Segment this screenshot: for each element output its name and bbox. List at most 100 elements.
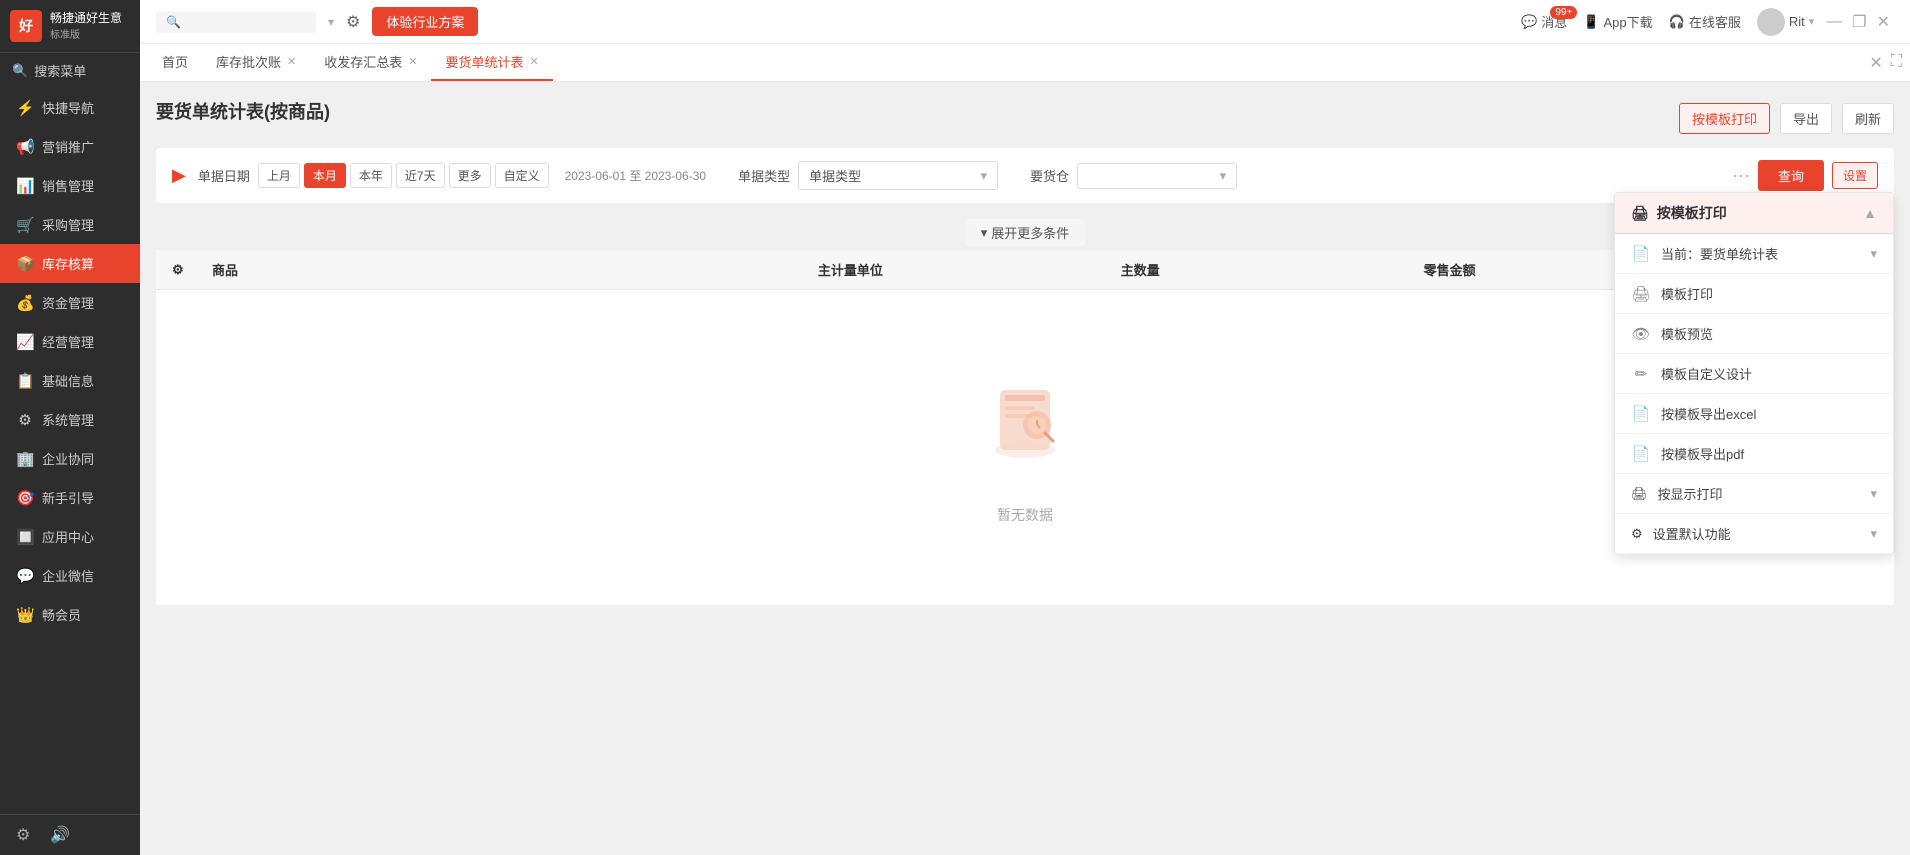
user-item[interactable]: Rit ▾ [1757, 8, 1814, 36]
product-col-label: 商品 [212, 263, 238, 278]
chevron-up-icon[interactable]: ▲ [1863, 205, 1877, 221]
dropdown-current[interactable]: 📄 当前：要货单统计表 ▾ [1615, 234, 1893, 274]
tab-label: 收发存汇总表 [324, 52, 402, 71]
app-badge: 标准版 [50, 26, 122, 41]
sidebar-item-enterprise[interactable]: 🏢 企业协同 [0, 439, 140, 478]
tab-close-icon[interactable]: ✕ [287, 55, 296, 68]
quick-nav-icon: ⚡ [16, 99, 34, 117]
tab-label: 库存批次账 [216, 52, 281, 71]
sidebar-item-app-center[interactable]: 🔲 应用中心 [0, 517, 140, 556]
print-template-btn[interactable]: 按模板打印 [1679, 103, 1770, 134]
sidebar-item-operations[interactable]: 📈 经营管理 [0, 322, 140, 361]
minimize-icon[interactable]: — [1826, 13, 1842, 31]
sidebar-item-label: 畅会员 [42, 605, 81, 624]
filter-expand-icon[interactable]: ▶ [172, 165, 186, 186]
refresh-btn[interactable]: 刷新 [1842, 103, 1894, 134]
sidebar-item-label: 新手引导 [42, 488, 94, 507]
tab-close-all-icon[interactable]: ✕ [1869, 53, 1882, 73]
topbar-search[interactable]: 🔍 [156, 11, 316, 33]
expand-more-btn[interactable]: ▾ 展开更多条件 [965, 219, 1086, 246]
window-controls: — ❐ ✕ [1826, 12, 1894, 32]
sidebar: 好 畅捷通好生意 标准版 🔍 搜索菜单 ⚡ 快捷导航 📢 营销推广 📊 销售管理… [0, 0, 140, 855]
sidebar-search[interactable]: 🔍 搜索菜单 [0, 53, 140, 88]
settings-btn[interactable]: 设置 [1832, 162, 1878, 189]
display-print-icon: 🖨 [1631, 486, 1648, 502]
dropdown-template-preview[interactable]: 👁 模板预览 [1615, 314, 1893, 354]
sidebar-item-sales[interactable]: 📊 销售管理 [0, 166, 140, 205]
basic-info-icon: 📋 [16, 372, 34, 390]
sidebar-item-quick-nav[interactable]: ⚡ 快捷导航 [0, 88, 140, 127]
logo-icon: 好 [10, 10, 42, 42]
tab-order-stats[interactable]: 要货单统计表 ✕ [431, 44, 552, 81]
sidebar-item-finance[interactable]: 💰 资金管理 [0, 283, 140, 322]
this-year-btn[interactable]: 本年 [350, 163, 392, 188]
default-func-left: ⚙ 设置默认功能 [1631, 524, 1731, 543]
dropdown-default-func[interactable]: ⚙ 设置默认功能 ▾ [1615, 514, 1893, 554]
tabbar: 首页 库存批次账 ✕ 收发存汇总表 ✕ 要货单统计表 ✕ ✕ ⛶ [140, 44, 1910, 82]
sidebar-item-marketing[interactable]: 📢 营销推广 [0, 127, 140, 166]
order-type-select[interactable]: 单据类型 ▾ [798, 161, 998, 190]
sidebar-item-guide[interactable]: 🎯 新手引导 [0, 478, 140, 517]
query-btn[interactable]: 查询 [1758, 160, 1824, 191]
last-month-btn[interactable]: 上月 [258, 163, 300, 188]
display-print-left: 🖨 按显示打印 [1631, 484, 1723, 503]
warehouse-select[interactable]: ▾ [1077, 163, 1237, 189]
tab-expand-icon[interactable]: ⛶ [1891, 53, 1902, 73]
speaker-icon[interactable]: 🔊 [50, 825, 70, 845]
more-options-icon[interactable]: ··· [1732, 165, 1750, 186]
search-icon: 🔍 [12, 63, 28, 79]
sidebar-item-system[interactable]: ⚙ 系统管理 [0, 400, 140, 439]
tab-home[interactable]: 首页 [148, 44, 202, 81]
member-icon: 👑 [16, 606, 34, 624]
dropdown-template-excel[interactable]: 📄 按模板导出excel [1615, 394, 1893, 434]
user-dropdown-icon: ▾ [1809, 15, 1815, 28]
dropdown-template-pdf[interactable]: 📄 按模板导出pdf [1615, 434, 1893, 474]
dropdown-template-print[interactable]: 🖨 模板打印 [1615, 274, 1893, 314]
close-icon[interactable]: ✕ [1877, 12, 1890, 32]
tab-close-icon[interactable]: ✕ [530, 55, 539, 68]
guide-icon: 🎯 [16, 489, 34, 507]
custom-btn[interactable]: 自定义 [495, 163, 549, 188]
tab-label: 首页 [162, 52, 188, 71]
trial-btn[interactable]: 体验行业方案 [372, 7, 478, 36]
sidebar-item-basic-info[interactable]: 📋 基础信息 [0, 361, 140, 400]
sidebar-item-label: 应用中心 [42, 527, 94, 546]
settings-icon[interactable]: ⚙ [16, 825, 30, 845]
dropdown-template-custom[interactable]: ✏ 模板自定义设计 [1615, 354, 1893, 394]
app-download-item[interactable]: 📱 App下载 [1583, 12, 1652, 31]
online-service-item[interactable]: 🎧 在线客服 [1669, 12, 1741, 31]
expand-arrow-icon: ▾ [1870, 526, 1877, 542]
expand-arrow-icon: ▾ [1870, 486, 1877, 502]
tab-receipt-summary[interactable]: 收发存汇总表 ✕ [310, 44, 431, 81]
this-month-btn[interactable]: 本月 [304, 163, 346, 188]
topbar: 🔍 ▾ ⚙ 体验行业方案 💬 消息 99+ 📱 App下载 🎧 在线客服 Rit [140, 0, 1910, 44]
enterprise-icon: 🏢 [16, 450, 34, 468]
sidebar-item-wechat[interactable]: 💬 企业微信 [0, 556, 140, 595]
export-btn[interactable]: 导出 [1780, 103, 1832, 134]
sidebar-item-purchase[interactable]: 🛒 采购管理 [0, 205, 140, 244]
expand-more-label: 展开更多条件 [991, 223, 1069, 242]
system-icon: ⚙ [16, 411, 34, 429]
sidebar-item-label: 企业微信 [42, 566, 94, 585]
more-btn[interactable]: 更多 [449, 163, 491, 188]
warehouse-section: 要货仓 ▾ [1030, 163, 1237, 189]
7days-btn[interactable]: 近7天 [396, 163, 445, 188]
settings-gear-icon[interactable]: ⚙ [172, 262, 184, 277]
date-label: 单据日期 [198, 166, 250, 185]
finance-icon: 💰 [16, 294, 34, 312]
sidebar-item-member[interactable]: 👑 畅会员 [0, 595, 140, 634]
dropdown-display-print[interactable]: 🖨 按显示打印 ▾ [1615, 474, 1893, 514]
select-arrow-icon: ▾ [981, 168, 988, 184]
display-print-label: 按显示打印 [1658, 484, 1723, 503]
warehouse-label: 要货仓 [1030, 166, 1069, 185]
dropdown-arrow[interactable]: ▾ [328, 15, 334, 29]
date-group: 上月 本月 本年 近7天 更多 自定义 [258, 163, 549, 188]
restore-icon[interactable]: ❐ [1852, 12, 1866, 32]
tab-close-icon[interactable]: ✕ [408, 55, 417, 68]
gear-icon[interactable]: ⚙ [346, 12, 360, 32]
sidebar-item-inventory[interactable]: 📦 库存核算 [0, 244, 140, 283]
message-item[interactable]: 💬 消息 99+ [1521, 12, 1567, 31]
template-print-icon: 🖨 [1631, 285, 1651, 303]
tab-inventory-batch[interactable]: 库存批次账 ✕ [202, 44, 310, 81]
default-func-icon: ⚙ [1631, 526, 1643, 542]
